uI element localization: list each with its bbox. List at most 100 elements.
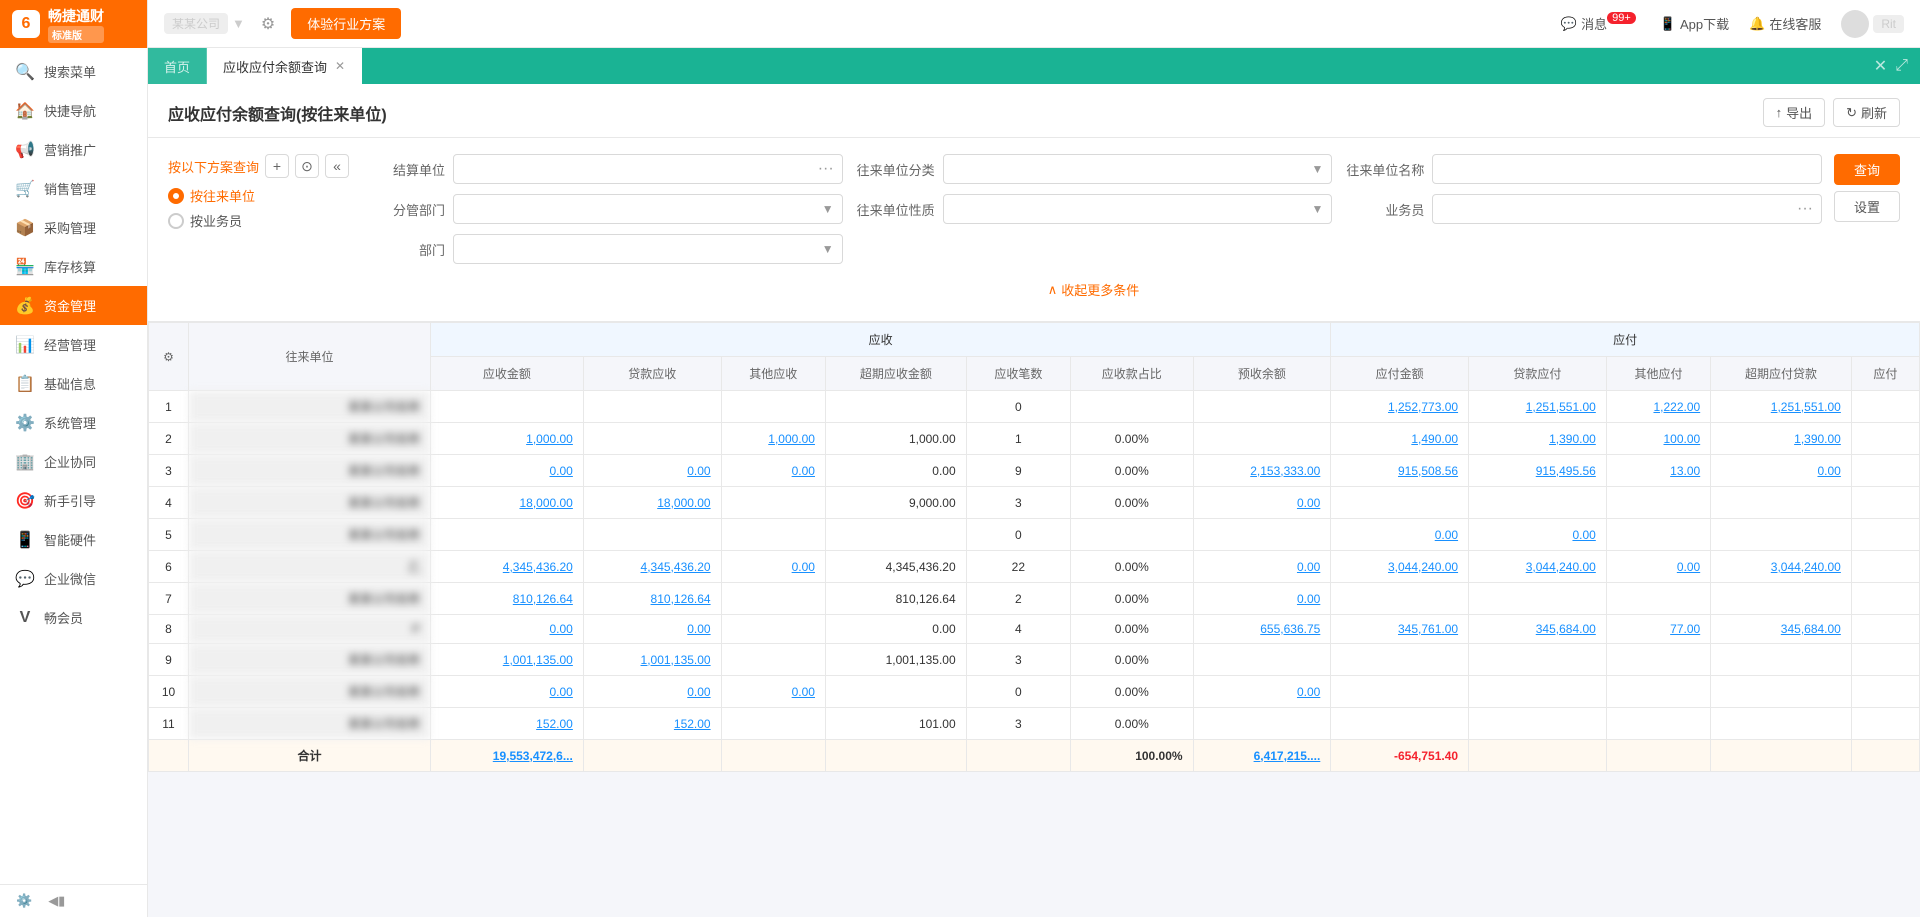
filter-area: 按以下方案查询 + ⊙ « 按往来单位	[148, 138, 1920, 322]
sidebar-item-guide[interactable]: 🎯 新手引导	[0, 481, 147, 520]
table-row: 8P0.000.000.0040.00%655,636.75345,761.00…	[149, 615, 1920, 644]
app-icon: 📱	[1660, 16, 1676, 32]
sidebar-item-operation[interactable]: 📊 经营管理	[0, 325, 147, 364]
filter-input-salesperson[interactable]: ···	[1432, 194, 1822, 224]
sidebar-item-search[interactable]: 🔍 搜索菜单	[0, 52, 147, 91]
sales-icon: 🛒	[16, 180, 34, 198]
scheme-add-btn[interactable]: +	[265, 154, 289, 178]
query-button[interactable]: 查询	[1834, 154, 1900, 185]
total-ar-prepay[interactable]: 6,417,215....	[1193, 740, 1331, 772]
finance-icon: 💰	[16, 297, 34, 315]
filter-label-dept: 分管部门	[365, 200, 445, 219]
total-ap-loan	[1469, 740, 1607, 772]
filter-input-category[interactable]: ▼	[943, 154, 1333, 184]
operation-icon: 📊	[16, 336, 34, 354]
scheme-option-company[interactable]: 按往来单位	[168, 186, 255, 205]
sidebar-item-vip[interactable]: V 畅会员	[0, 598, 147, 637]
basic-icon: 📋	[16, 375, 34, 393]
sidebar-item-hardware[interactable]: 📱 智能硬件	[0, 520, 147, 559]
section-chevron-icon: ▼	[822, 242, 834, 256]
refresh-icon: ↻	[1846, 105, 1857, 121]
scheme-option-salesperson[interactable]: 按业务员	[168, 211, 255, 230]
filter-label-category: 往来单位分类	[855, 160, 935, 179]
ar-count-header: 应收笔数	[966, 357, 1070, 391]
table-row: 3某某公司名称0.000.000.000.0090.00%2,153,333.0…	[149, 455, 1920, 487]
sidebar-footer: ⚙️ ◀▮	[0, 884, 147, 917]
header-right: 💬 消息 99+ 📱 App下载 🔔 在线客服 Rit	[1561, 10, 1904, 38]
header-gear-icon[interactable]: ⚙	[257, 10, 279, 38]
sidebar-item-basic[interactable]: 📋 基础信息	[0, 364, 147, 403]
filter-scheme: 按以下方案查询 + ⊙ « 按往来单位	[168, 154, 349, 293]
sidebar-logo: 6 畅捷通财 标准版	[0, 0, 147, 48]
hardware-icon: 📱	[16, 531, 34, 549]
category-chevron-icon: ▼	[1311, 162, 1323, 176]
filter-label-nature: 往来单位性质	[855, 200, 935, 219]
export-icon: ↑	[1776, 105, 1783, 120]
settings-button[interactable]: 设置	[1834, 191, 1900, 222]
guide-icon: 🎯	[16, 492, 34, 510]
scheme-collapse-btn[interactable]: «	[325, 154, 349, 178]
sidebar-item-wechat[interactable]: 💬 企业微信	[0, 559, 147, 598]
customer-service-item[interactable]: 🔔 在线客服	[1749, 14, 1821, 33]
filter-input-nature[interactable]: ▼	[943, 194, 1333, 224]
tab-bar-close-icon[interactable]: ✕	[1874, 56, 1887, 76]
total-ap-suffix	[1851, 740, 1919, 772]
notification-item[interactable]: 💬 消息 99+	[1561, 14, 1640, 33]
filter-more-conditions[interactable]: ∧ 收起更多条件	[365, 274, 1822, 305]
table-row: 11某某公司名称152.00152.00101.0030.00%	[149, 708, 1920, 740]
sidebar-item-stock[interactable]: 🏪 库存核算	[0, 247, 147, 286]
total-ar-count	[966, 740, 1070, 772]
corp-icon: 🏢	[16, 453, 34, 471]
sidebar-item-sales[interactable]: 🛒 销售管理	[0, 169, 147, 208]
tab-home[interactable]: 首页	[148, 48, 207, 84]
main-content: 应收应付余额查询(按往来单位) ↑ 导出 ↻ 刷新 按以下方案	[148, 84, 1920, 917]
total-ar-overdue	[825, 740, 966, 772]
page-actions: ↑ 导出 ↻ 刷新	[1763, 98, 1900, 127]
tab-close-icon[interactable]: ✕	[335, 59, 345, 73]
trial-button[interactable]: 体验行业方案	[291, 8, 401, 39]
ar-amount-header: 应收金额	[430, 357, 583, 391]
export-button[interactable]: ↑ 导出	[1763, 98, 1826, 127]
sidebar-item-marketing[interactable]: 📢 营销推广	[0, 130, 147, 169]
total-ar-other	[721, 740, 825, 772]
filter-input-dept[interactable]: ▼	[453, 194, 843, 224]
tab-bar-expand-icon[interactable]: ⤢	[1895, 57, 1908, 75]
scheme-radio-company	[168, 188, 184, 204]
filter-input-section[interactable]: ▼	[453, 234, 843, 264]
table-settings-header[interactable]: ⚙	[149, 323, 189, 391]
service-icon: 🔔	[1749, 16, 1765, 32]
sidebar-collapse-icon[interactable]: ◀▮	[48, 893, 65, 909]
sidebar-settings-icon[interactable]: ⚙️	[16, 893, 32, 909]
total-settings	[149, 740, 189, 772]
total-ar-amount[interactable]: 19,553,472,6...	[430, 740, 583, 772]
sidebar-item-finance[interactable]: 💰 资金管理	[0, 286, 147, 325]
filter-field-dept: 分管部门 ▼	[365, 194, 843, 224]
refresh-button[interactable]: ↻ 刷新	[1833, 98, 1900, 127]
nature-chevron-icon: ▼	[1311, 202, 1323, 216]
filter-input-name[interactable]	[1432, 154, 1822, 184]
sidebar-item-corp[interactable]: 🏢 企业协同	[0, 442, 147, 481]
sidebar: 6 畅捷通财 标准版 🔍 搜索菜单 🏠 快捷导航 📢 营销推广 🛒 销售管理 📦…	[0, 0, 148, 917]
filter-field-name: 往来单位名称	[1344, 154, 1822, 184]
total-ar-ratio: 100.00%	[1071, 740, 1194, 772]
filter-field-section: 部门 ▼	[365, 234, 843, 264]
filter-actions: 查询 设置	[1834, 154, 1900, 305]
filter-row-3: 部门 ▼	[365, 234, 1822, 264]
breadcrumb-arrow: ▼	[232, 16, 245, 31]
user-info[interactable]: Rit	[1841, 10, 1904, 38]
scheme-target-btn[interactable]: ⊙	[295, 154, 319, 178]
ap-group-header: 应付	[1331, 323, 1920, 357]
page-title: 应收应付余额查询(按往来单位)	[168, 101, 387, 125]
data-table: ⚙ 往来单位 应收 应付 应收金额 贷款应收 其他应收 超期应收金额 应收笔数 …	[148, 322, 1920, 772]
sidebar-item-purchase[interactable]: 📦 采购管理	[0, 208, 147, 247]
sidebar-menu: 🔍 搜索菜单 🏠 快捷导航 📢 营销推广 🛒 销售管理 📦 采购管理 🏪 库存核…	[0, 48, 147, 884]
table-row: 9某某公司名称1,001,135.001,001,135.001,001,135…	[149, 644, 1920, 676]
table-row: 2某某公司名称1,000.001,000.001,000.0010.00%1,4…	[149, 423, 1920, 455]
logo-icon: 6	[12, 10, 40, 38]
app-download-item[interactable]: 📱 App下载	[1660, 14, 1729, 33]
filter-input-settlement[interactable]: ···	[453, 154, 843, 184]
sidebar-item-system[interactable]: ⚙️ 系统管理	[0, 403, 147, 442]
filter-label-salesperson: 业务员	[1344, 200, 1424, 219]
sidebar-item-nav[interactable]: 🏠 快捷导航	[0, 91, 147, 130]
tab-arbalance[interactable]: 应收应付余额查询 ✕	[207, 48, 362, 84]
